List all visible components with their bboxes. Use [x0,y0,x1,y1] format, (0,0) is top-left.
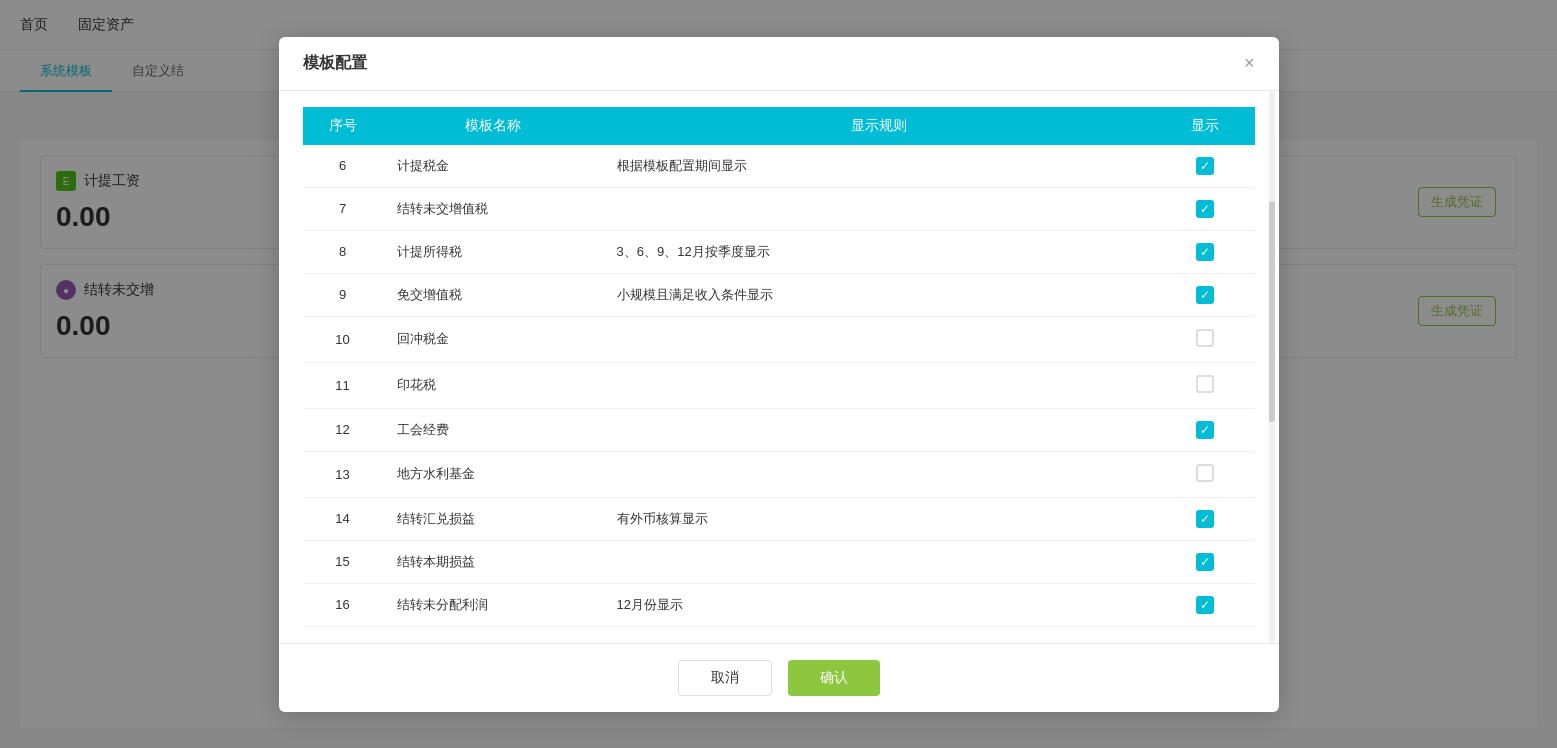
cell-checkbox [1155,316,1255,362]
cell-rule: 根据模板配置期间显示 [603,145,1155,188]
confirm-button[interactable]: 确认 [788,660,880,696]
cell-index: 12 [303,408,383,451]
cell-name: 工会经费 [383,408,603,451]
checkbox-row-6[interactable] [1196,157,1214,175]
cell-name: 回冲税金 [383,316,603,362]
cell-index: 9 [303,273,383,316]
cell-rule [603,362,1155,408]
table-row: 13地方水利基金 [303,451,1255,497]
table-header-row: 序号 模板名称 显示规则 显示 [303,107,1255,145]
cell-index: 16 [303,583,383,626]
cell-index: 10 [303,316,383,362]
cell-rule [603,408,1155,451]
table-row: 7结转未交增值税 [303,187,1255,230]
cell-name: 地方水利基金 [383,451,603,497]
scroll-track [1269,91,1275,643]
cell-name: 计提税金 [383,145,603,188]
checkbox-row-8[interactable] [1196,243,1214,261]
cell-checkbox [1155,187,1255,230]
cell-name: 计提所得税 [383,230,603,273]
cell-rule: 有外币核算显示 [603,497,1155,540]
modal-header: 模板配置 × [279,37,1279,91]
table-row: 8计提所得税3、6、9、12月按季度显示 [303,230,1255,273]
cell-checkbox [1155,497,1255,540]
checkbox-row-13[interactable] [1196,464,1214,482]
table-row: 16结转未分配利润12月份显示 [303,583,1255,626]
cell-rule [603,316,1155,362]
table-row: 12工会经费 [303,408,1255,451]
checkbox-row-16[interactable] [1196,596,1214,614]
cell-rule [603,540,1155,583]
cell-checkbox [1155,583,1255,626]
cell-index: 13 [303,451,383,497]
cancel-button[interactable]: 取消 [678,660,772,696]
modal-footer: 取消 确认 [279,643,1279,712]
cell-name: 结转本期损益 [383,540,603,583]
checkbox-row-12[interactable] [1196,421,1214,439]
modal-close-button[interactable]: × [1244,54,1255,72]
cell-name: 印花税 [383,362,603,408]
cell-index: 7 [303,187,383,230]
table-row: 11印花税 [303,362,1255,408]
col-display: 显示 [1155,107,1255,145]
checkbox-row-14[interactable] [1196,510,1214,528]
checkbox-row-10[interactable] [1196,329,1214,347]
cell-checkbox [1155,273,1255,316]
cell-name: 结转未交增值税 [383,187,603,230]
table-row: 9免交增值税小规模且满足收入条件显示 [303,273,1255,316]
cell-index: 15 [303,540,383,583]
cell-checkbox [1155,451,1255,497]
checkbox-row-15[interactable] [1196,553,1214,571]
cell-index: 6 [303,145,383,188]
col-name: 模板名称 [383,107,603,145]
cell-checkbox [1155,145,1255,188]
cell-rule: 小规模且满足收入条件显示 [603,273,1155,316]
table-row: 10回冲税金 [303,316,1255,362]
modal-title: 模板配置 [303,53,367,74]
checkbox-row-7[interactable] [1196,200,1214,218]
cell-rule: 3、6、9、12月按季度显示 [603,230,1155,273]
cell-checkbox [1155,540,1255,583]
cell-name: 免交增值税 [383,273,603,316]
modal-overlay: 模板配置 × 序号 模板名称 显示规则 显示 6计提税金根据模板配置期间显示7结… [0,0,1557,748]
table-row: 15结转本期损益 [303,540,1255,583]
checkbox-row-9[interactable] [1196,286,1214,304]
cell-index: 8 [303,230,383,273]
modal-body: 序号 模板名称 显示规则 显示 6计提税金根据模板配置期间显示7结转未交增值税8… [279,91,1279,643]
col-index: 序号 [303,107,383,145]
cell-name: 结转汇兑损益 [383,497,603,540]
table-row: 14结转汇兑损益有外币核算显示 [303,497,1255,540]
config-table: 序号 模板名称 显示规则 显示 6计提税金根据模板配置期间显示7结转未交增值税8… [303,107,1255,627]
col-rule: 显示规则 [603,107,1155,145]
scroll-thumb[interactable] [1269,201,1275,422]
cell-name: 结转未分配利润 [383,583,603,626]
checkbox-row-11[interactable] [1196,375,1214,393]
template-config-modal: 模板配置 × 序号 模板名称 显示规则 显示 6计提税金根据模板配置期间显示7结… [279,37,1279,712]
cell-index: 11 [303,362,383,408]
cell-rule [603,187,1155,230]
cell-rule [603,451,1155,497]
cell-index: 14 [303,497,383,540]
cell-rule: 12月份显示 [603,583,1155,626]
cell-checkbox [1155,362,1255,408]
table-row: 6计提税金根据模板配置期间显示 [303,145,1255,188]
cell-checkbox [1155,230,1255,273]
cell-checkbox [1155,408,1255,451]
